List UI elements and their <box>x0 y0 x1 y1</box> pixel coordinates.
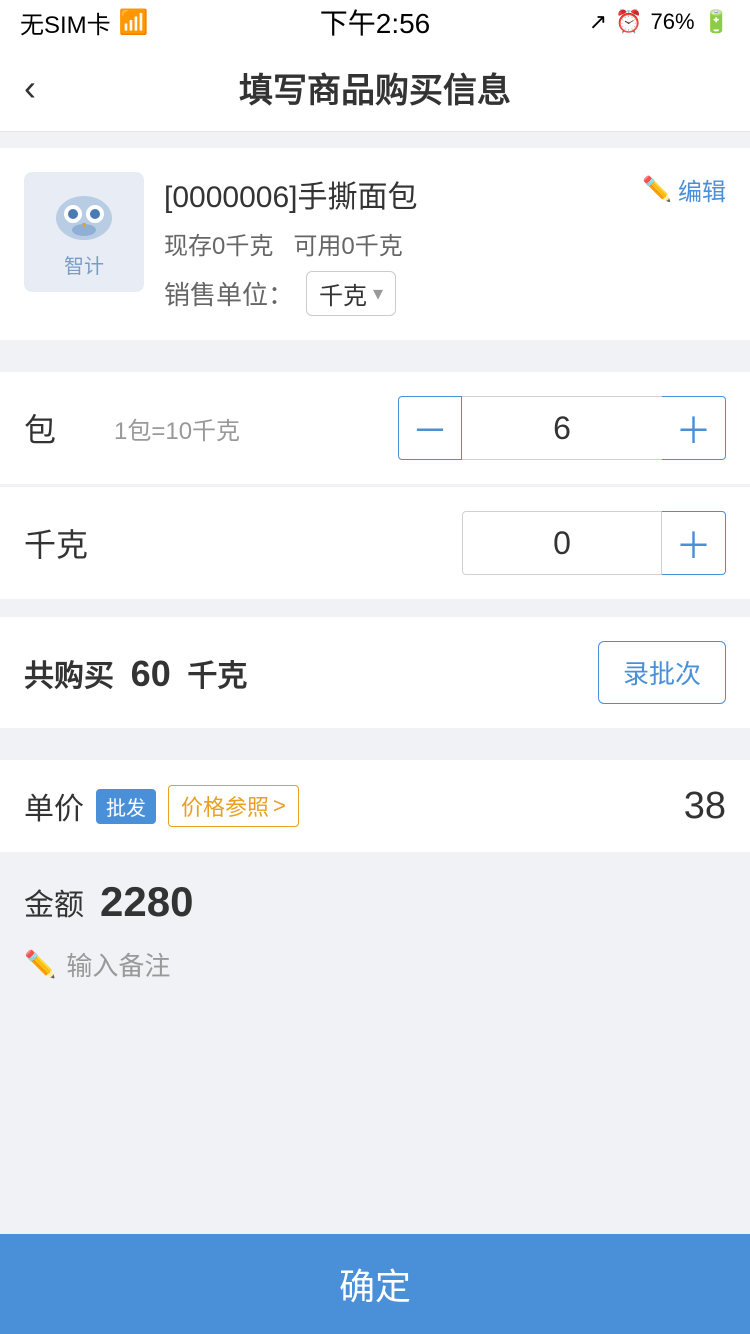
product-logo-icon <box>49 186 119 246</box>
product-image: 智计 <box>24 172 144 292</box>
kg-qty-input[interactable] <box>462 511 662 575</box>
divider-1 <box>0 356 750 372</box>
amount-label: 金额 <box>24 880 84 924</box>
status-bar: 无SIM卡 📶 下午2:56 ↗ ⏰ 76% 🔋 <box>0 0 750 44</box>
price-row: 单价 批发 价格参照 > 38 <box>24 784 726 828</box>
price-ref-button[interactable]: 价格参照 > <box>168 785 299 827</box>
product-logo-text: 智计 <box>64 250 104 279</box>
nav-bar: ‹ 填写商品购买信息 <box>0 44 750 132</box>
battery-text: 76% <box>651 9 695 35</box>
wholesale-badge: 批发 <box>96 789 156 824</box>
status-bar-time: 下午2:56 <box>320 2 431 42</box>
package-minus-button[interactable]: － <box>398 396 462 460</box>
price-label: 单价 <box>24 784 84 828</box>
location-icon: ↗ <box>589 9 607 35</box>
unit-select[interactable]: 千克 ▾ <box>306 271 396 316</box>
package-sublabel: 1包=10千克 <box>114 411 398 446</box>
status-bar-right: ↗ ⏰ 76% 🔋 <box>589 9 730 35</box>
bottom-spacer <box>0 1007 750 1107</box>
divider-2 <box>0 601 750 617</box>
kg-plus-button[interactable]: ＋ <box>662 511 726 575</box>
package-plus-button[interactable]: ＋ <box>662 396 726 460</box>
package-label: 包 <box>24 405 104 451</box>
kg-qty-section: 千克 ＋ <box>0 487 750 599</box>
confirm-button[interactable]: 确定 <box>0 1234 750 1334</box>
status-bar-left: 无SIM卡 📶 <box>20 5 149 40</box>
total-text: 共购买 60 千克 <box>24 651 247 695</box>
price-section: 单价 批发 价格参照 > 38 <box>0 760 750 852</box>
amount-value: 2280 <box>100 878 193 926</box>
edit-button[interactable]: ✏️ 编辑 <box>642 172 726 207</box>
total-row: 共购买 60 千克 录批次 <box>0 617 750 728</box>
remark-label: 输入备注 <box>66 946 170 983</box>
amount-row: 金额 2280 <box>24 878 726 926</box>
kg-qty-controls: ＋ <box>462 511 726 575</box>
wifi-icon: 📶 <box>119 8 149 37</box>
back-button[interactable]: ‹ <box>24 67 36 109</box>
battery-icon: 🔋 <box>703 9 730 35</box>
product-card: 智计 [0000006]手撕面包 现存0千克 可用0千克 销售单位： 千克 ▾ … <box>0 148 750 340</box>
price-value: 38 <box>684 785 726 828</box>
product-stock: 现存0千克 可用0千克 <box>164 226 726 261</box>
package-qty-row: 包 1包=10千克 － ＋ <box>0 372 750 485</box>
total-amount: 60 <box>131 653 171 694</box>
divider-3 <box>0 744 750 760</box>
unit-select-arrow: ▾ <box>373 281 383 306</box>
package-qty-input[interactable] <box>462 396 662 460</box>
product-unit-row: 销售单位： 千克 ▾ <box>164 271 726 316</box>
kg-qty-row: 千克 ＋ <box>0 487 750 599</box>
package-qty-controls: － ＋ <box>398 396 726 460</box>
page-title: 填写商品购买信息 <box>239 63 511 112</box>
alarm-icon: ⏰ <box>615 9 642 35</box>
kg-label: 千克 <box>24 520 104 566</box>
pencil-icon: ✏️ <box>24 949 56 980</box>
amount-section: 金额 2280 ✏️ 输入备注 <box>0 854 750 1007</box>
price-left: 单价 批发 价格参照 > <box>24 784 299 828</box>
record-batch-button[interactable]: 录批次 <box>598 641 726 704</box>
remark-row[interactable]: ✏️ 输入备注 <box>24 946 726 983</box>
package-qty-section: 包 1包=10千克 － ＋ <box>0 372 750 485</box>
carrier-text: 无SIM卡 <box>20 5 111 40</box>
